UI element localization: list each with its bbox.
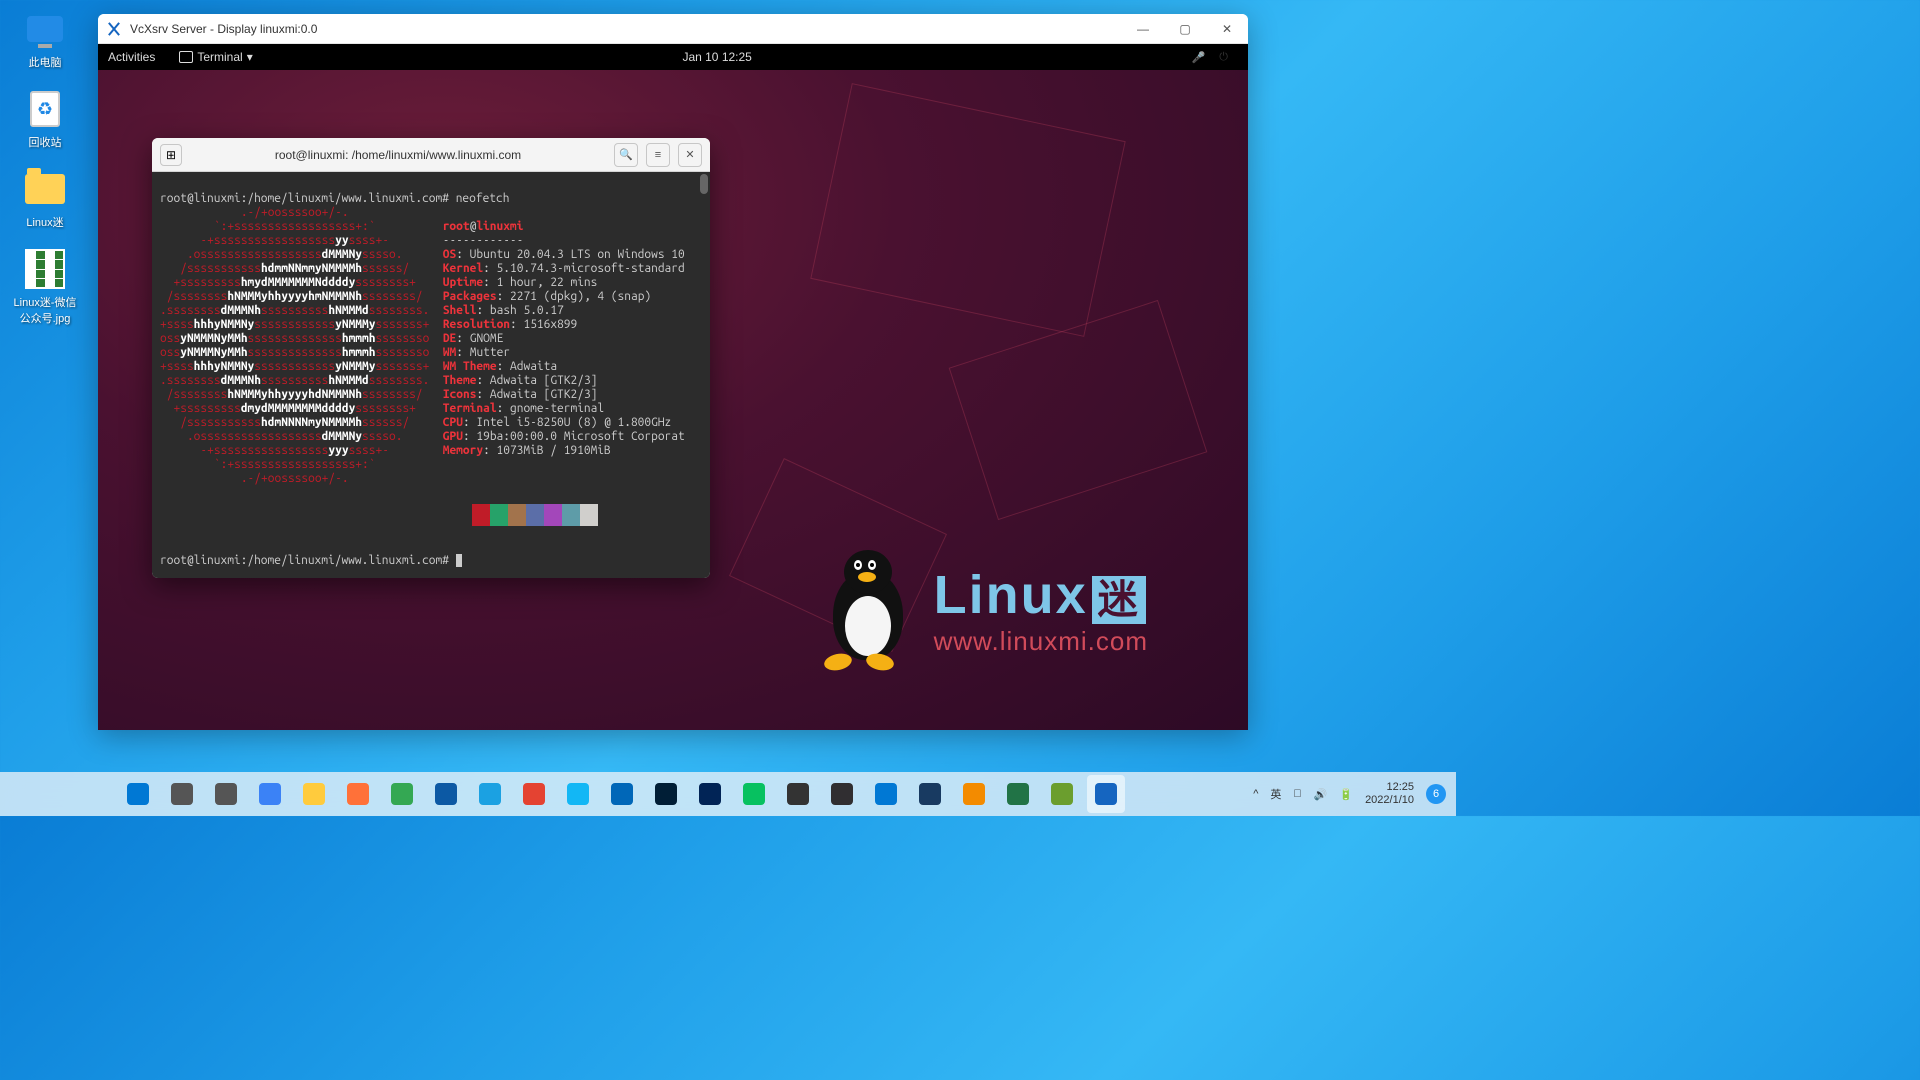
folder-icon — [25, 174, 65, 204]
virtualbox-icon — [919, 783, 941, 805]
tux-icon — [818, 550, 918, 670]
wsl-terminal-icon — [787, 783, 809, 805]
explorer-icon — [303, 783, 325, 805]
windows-taskbar: ^ 英 􀙇 🔊 🔋 12:25 2022/1/10 6 — [0, 772, 1456, 816]
maximize-button[interactable]: ▢ — [1172, 22, 1198, 36]
microphone-icon[interactable]: 🎤 — [1192, 51, 1206, 64]
close-button[interactable]: ✕ — [1214, 22, 1240, 36]
taskbar-app-start[interactable] — [119, 775, 157, 813]
wallpaper-decoration — [810, 83, 1125, 337]
taskbar-app-vmware[interactable] — [955, 775, 993, 813]
recycle-icon: ♻ — [30, 91, 60, 127]
taskbar-app-task-view[interactable] — [207, 775, 245, 813]
ime-indicator[interactable]: 英 — [1270, 786, 1281, 802]
taskbar-app-chrome[interactable] — [383, 775, 421, 813]
icon-label: Linux迷 — [26, 214, 63, 230]
taskbar-app-wsl-terminal[interactable] — [779, 775, 817, 813]
desktop-icon-folder[interactable]: Linux迷 — [8, 168, 82, 230]
icon-label: Linux迷-微信 公众号.jpg — [14, 294, 77, 326]
minimize-button[interactable]: — — [1130, 22, 1156, 36]
gnome-desktop[interactable]: Linux迷 www.linuxmi.com ⊞ root@linuxmi: /… — [98, 70, 1248, 730]
monitor-icon — [27, 16, 63, 42]
window-titlebar[interactable]: VcXsrv Server - Display linuxmi:0.0 — ▢ … — [98, 14, 1248, 44]
terminal-title: root@linuxmi: /home/linuxmi/www.linuxmi.… — [190, 148, 606, 162]
qq-icon — [567, 783, 589, 805]
taskbar-app-virtualbox[interactable] — [911, 775, 949, 813]
taskbar-app-qq[interactable] — [559, 775, 597, 813]
vcxsrv-icon — [106, 21, 122, 37]
taskbar-app-browser2[interactable] — [471, 775, 509, 813]
battery-icon[interactable]: 🔋 — [1339, 788, 1353, 801]
photoshop-icon — [655, 783, 677, 805]
brand-url: www.linuxmi.com — [934, 626, 1148, 657]
terminal-content[interactable]: root@linuxmi:/home/linuxmi/www.linuxmi.c… — [152, 172, 710, 578]
gnome-clock[interactable]: Jan 10 12:25 — [253, 50, 1182, 64]
gnome-terminal-window: ⊞ root@linuxmi: /home/linuxmi/www.linuxm… — [152, 138, 710, 578]
vmware-icon — [963, 783, 985, 805]
terminal-icon — [179, 51, 193, 63]
obs-icon — [831, 783, 853, 805]
start-icon — [127, 783, 149, 805]
hamburger-menu-button[interactable]: ≡ — [646, 143, 670, 167]
ms-store-icon — [611, 783, 633, 805]
taskbar-app-obs[interactable] — [823, 775, 861, 813]
taskbar-app-edge[interactable] — [427, 775, 465, 813]
volume-icon[interactable]: 🔊 — [1314, 788, 1328, 801]
vscode-icon — [875, 783, 897, 805]
task-view-icon — [215, 783, 237, 805]
brand-text: Linux — [934, 565, 1088, 625]
wifi-icon[interactable]: 􀙇 — [1293, 788, 1301, 800]
brand-cn: 迷 — [1092, 576, 1146, 624]
scrollbar[interactable] — [700, 174, 708, 194]
icon-label: 此电脑 — [29, 54, 62, 70]
notification-count[interactable]: 6 — [1426, 784, 1446, 804]
brand-logo: Linux迷 www.linuxmi.com — [818, 550, 1148, 670]
close-button[interactable]: ✕ — [678, 143, 702, 167]
taskbar-app-firefox[interactable] — [339, 775, 377, 813]
desktop-icon-recycle-bin[interactable]: ♻ 回收站 — [8, 88, 82, 150]
app-menu-label: Terminal — [197, 50, 242, 64]
powershell-icon — [699, 783, 721, 805]
vcxsrv-icon — [1095, 783, 1117, 805]
todoist-icon — [523, 783, 545, 805]
tray-chevron-icon[interactable]: ^ — [1253, 788, 1258, 800]
wallpaper-decoration — [949, 300, 1208, 520]
activities-button[interactable]: Activities — [108, 50, 155, 64]
taskbar-app-vcxsrv[interactable] — [1087, 775, 1125, 813]
search-icon — [171, 783, 193, 805]
window-title: VcXsrv Server - Display linuxmi:0.0 — [130, 22, 1122, 36]
edge-icon — [435, 783, 457, 805]
taskbar-app-photoshop[interactable] — [647, 775, 685, 813]
app-menu-terminal[interactable]: Terminal ▾ — [179, 50, 252, 64]
desktop-icon-qr-image[interactable]: Linux迷-微信 公众号.jpg — [8, 248, 82, 326]
taskbar-app-explorer[interactable] — [295, 775, 333, 813]
qr-icon — [25, 249, 65, 289]
icon-label: 回收站 — [29, 134, 62, 150]
gnome-top-bar: Activities Terminal ▾ Jan 10 12:25 🎤 ⏻ — [98, 44, 1248, 70]
new-tab-button[interactable]: ⊞ — [160, 144, 182, 166]
browser2-icon — [479, 783, 501, 805]
excel-icon — [1007, 783, 1029, 805]
taskbar-app-todoist[interactable] — [515, 775, 553, 813]
widgets-icon — [259, 783, 281, 805]
taskbar-app-widgets[interactable] — [251, 775, 289, 813]
color-swatches — [454, 504, 702, 526]
search-button[interactable]: 🔍 — [614, 143, 638, 167]
taskbar-app-ms-store[interactable] — [603, 775, 641, 813]
vcxsrv-window: VcXsrv Server - Display linuxmi:0.0 — ▢ … — [98, 14, 1248, 730]
taskbar-app-excel[interactable] — [999, 775, 1037, 813]
app1-icon — [1051, 783, 1073, 805]
firefox-icon — [347, 783, 369, 805]
taskbar-clock[interactable]: 12:25 2022/1/10 — [1365, 781, 1414, 807]
chrome-icon — [391, 783, 413, 805]
terminal-headerbar[interactable]: ⊞ root@linuxmi: /home/linuxmi/www.linuxm… — [152, 138, 710, 172]
taskbar-app-wechat[interactable] — [735, 775, 773, 813]
taskbar-app-powershell[interactable] — [691, 775, 729, 813]
desktop-icon-this-pc[interactable]: 此电脑 — [8, 8, 82, 70]
wechat-icon — [743, 783, 765, 805]
power-icon[interactable]: ⏻ — [1219, 51, 1228, 64]
taskbar-app-vscode[interactable] — [867, 775, 905, 813]
taskbar-app-app1[interactable] — [1043, 775, 1081, 813]
taskbar-app-search[interactable] — [163, 775, 201, 813]
